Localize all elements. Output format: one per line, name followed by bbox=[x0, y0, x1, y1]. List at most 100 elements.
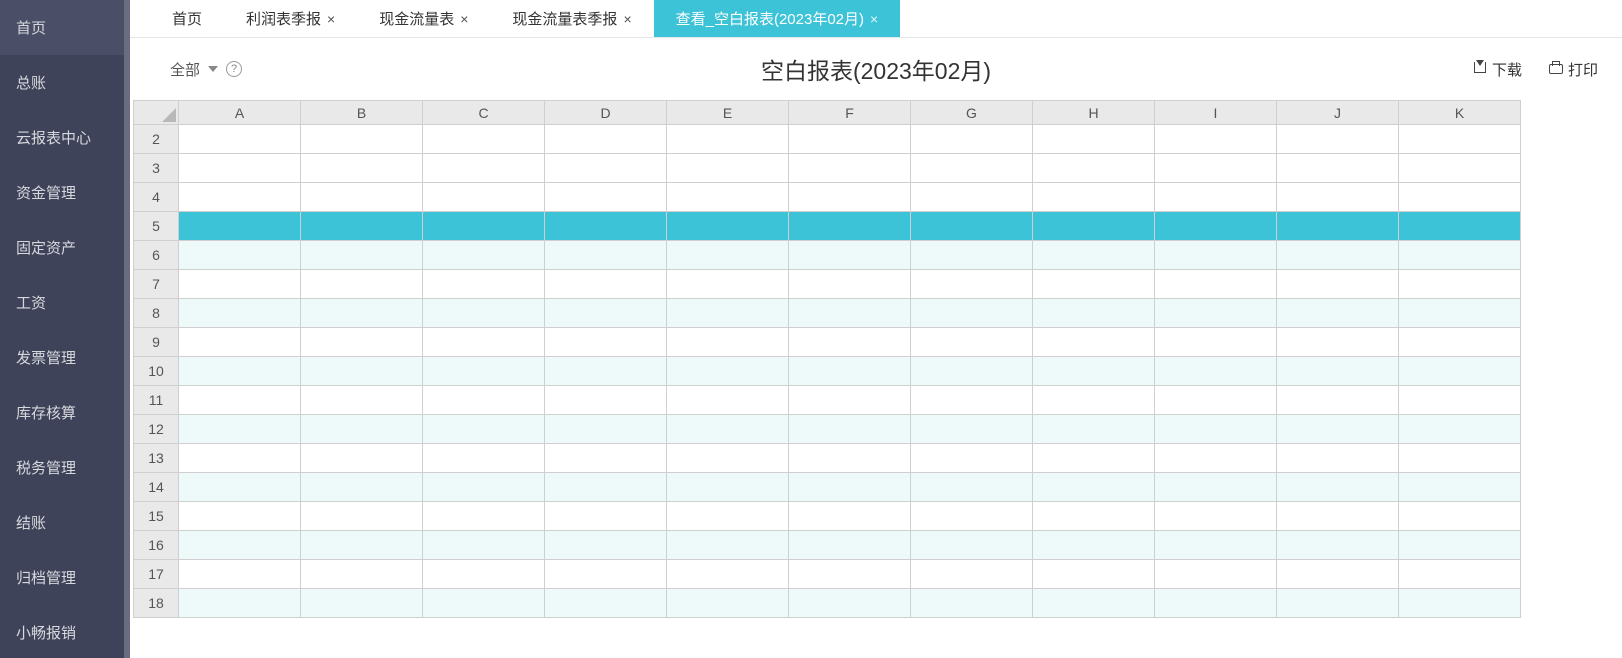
cell-J11[interactable] bbox=[1277, 386, 1399, 415]
cell-A13[interactable] bbox=[179, 444, 301, 473]
spreadsheet[interactable]: ABCDEFGHIJK23456789101112131415161718 bbox=[130, 100, 1622, 658]
sidebar-item-5[interactable]: 工资 bbox=[0, 275, 130, 330]
cell-H11[interactable] bbox=[1033, 386, 1155, 415]
cell-I7[interactable] bbox=[1155, 270, 1277, 299]
cell-C17[interactable] bbox=[423, 560, 545, 589]
cell-D15[interactable] bbox=[545, 502, 667, 531]
cell-B8[interactable] bbox=[301, 299, 423, 328]
sidebar-item-3[interactable]: 资金管理 bbox=[0, 165, 130, 220]
close-icon[interactable]: × bbox=[623, 11, 631, 27]
row-header-5[interactable]: 5 bbox=[134, 212, 179, 241]
cell-F12[interactable] bbox=[789, 415, 911, 444]
cell-F14[interactable] bbox=[789, 473, 911, 502]
cell-F8[interactable] bbox=[789, 299, 911, 328]
cell-E16[interactable] bbox=[667, 531, 789, 560]
sidebar-item-11[interactable]: 小畅报销 bbox=[0, 605, 130, 658]
cell-H12[interactable] bbox=[1033, 415, 1155, 444]
cell-G17[interactable] bbox=[911, 560, 1033, 589]
cell-B12[interactable] bbox=[301, 415, 423, 444]
cell-J3[interactable] bbox=[1277, 154, 1399, 183]
cell-D5[interactable] bbox=[545, 212, 667, 241]
tab-0[interactable]: 首页 bbox=[150, 0, 224, 37]
row-header-9[interactable]: 9 bbox=[134, 328, 179, 357]
cell-H16[interactable] bbox=[1033, 531, 1155, 560]
cell-D4[interactable] bbox=[545, 183, 667, 212]
print-button[interactable]: 打印 bbox=[1548, 59, 1598, 80]
tab-4[interactable]: 查看_空白报表(2023年02月)× bbox=[654, 0, 901, 37]
filter-dropdown[interactable]: 全部 ? bbox=[170, 59, 242, 80]
cell-B11[interactable] bbox=[301, 386, 423, 415]
cell-I2[interactable] bbox=[1155, 125, 1277, 154]
cell-A6[interactable] bbox=[179, 241, 301, 270]
cell-F7[interactable] bbox=[789, 270, 911, 299]
cell-C15[interactable] bbox=[423, 502, 545, 531]
cell-G16[interactable] bbox=[911, 531, 1033, 560]
cell-B14[interactable] bbox=[301, 473, 423, 502]
row-header-17[interactable]: 17 bbox=[134, 560, 179, 589]
sidebar-item-8[interactable]: 税务管理 bbox=[0, 440, 130, 495]
cell-G2[interactable] bbox=[911, 125, 1033, 154]
cell-H4[interactable] bbox=[1033, 183, 1155, 212]
cell-D7[interactable] bbox=[545, 270, 667, 299]
row-header-18[interactable]: 18 bbox=[134, 589, 179, 618]
row-header-11[interactable]: 11 bbox=[134, 386, 179, 415]
cell-E11[interactable] bbox=[667, 386, 789, 415]
cell-F2[interactable] bbox=[789, 125, 911, 154]
cell-B9[interactable] bbox=[301, 328, 423, 357]
sidebar-item-2[interactable]: 云报表中心 bbox=[0, 110, 130, 165]
cell-J14[interactable] bbox=[1277, 473, 1399, 502]
cell-I14[interactable] bbox=[1155, 473, 1277, 502]
cell-G14[interactable] bbox=[911, 473, 1033, 502]
cell-K10[interactable] bbox=[1399, 357, 1521, 386]
column-header-E[interactable]: E bbox=[667, 101, 789, 125]
tab-3[interactable]: 现金流量表季报× bbox=[490, 0, 653, 37]
cell-A18[interactable] bbox=[179, 589, 301, 618]
cell-I4[interactable] bbox=[1155, 183, 1277, 212]
cell-H7[interactable] bbox=[1033, 270, 1155, 299]
cell-C14[interactable] bbox=[423, 473, 545, 502]
cell-D12[interactable] bbox=[545, 415, 667, 444]
cell-I18[interactable] bbox=[1155, 589, 1277, 618]
cell-G7[interactable] bbox=[911, 270, 1033, 299]
column-header-G[interactable]: G bbox=[911, 101, 1033, 125]
cell-K4[interactable] bbox=[1399, 183, 1521, 212]
cell-K17[interactable] bbox=[1399, 560, 1521, 589]
cell-C2[interactable] bbox=[423, 125, 545, 154]
cell-K8[interactable] bbox=[1399, 299, 1521, 328]
cell-C3[interactable] bbox=[423, 154, 545, 183]
help-icon[interactable]: ? bbox=[226, 61, 242, 77]
cell-H13[interactable] bbox=[1033, 444, 1155, 473]
cell-E14[interactable] bbox=[667, 473, 789, 502]
cell-I10[interactable] bbox=[1155, 357, 1277, 386]
cell-C4[interactable] bbox=[423, 183, 545, 212]
sidebar-item-6[interactable]: 发票管理 bbox=[0, 330, 130, 385]
cell-E5[interactable] bbox=[667, 212, 789, 241]
cell-F9[interactable] bbox=[789, 328, 911, 357]
cell-C5[interactable] bbox=[423, 212, 545, 241]
row-header-10[interactable]: 10 bbox=[134, 357, 179, 386]
cell-J2[interactable] bbox=[1277, 125, 1399, 154]
cell-E18[interactable] bbox=[667, 589, 789, 618]
cell-D10[interactable] bbox=[545, 357, 667, 386]
cell-B15[interactable] bbox=[301, 502, 423, 531]
cell-K9[interactable] bbox=[1399, 328, 1521, 357]
cell-J13[interactable] bbox=[1277, 444, 1399, 473]
cell-K5[interactable] bbox=[1399, 212, 1521, 241]
row-header-3[interactable]: 3 bbox=[134, 154, 179, 183]
cell-D9[interactable] bbox=[545, 328, 667, 357]
cell-G8[interactable] bbox=[911, 299, 1033, 328]
cell-D17[interactable] bbox=[545, 560, 667, 589]
cell-H2[interactable] bbox=[1033, 125, 1155, 154]
cell-A14[interactable] bbox=[179, 473, 301, 502]
cell-E6[interactable] bbox=[667, 241, 789, 270]
cell-D16[interactable] bbox=[545, 531, 667, 560]
cell-H8[interactable] bbox=[1033, 299, 1155, 328]
cell-I17[interactable] bbox=[1155, 560, 1277, 589]
close-icon[interactable]: × bbox=[870, 11, 878, 27]
cell-F4[interactable] bbox=[789, 183, 911, 212]
cell-J15[interactable] bbox=[1277, 502, 1399, 531]
cell-A4[interactable] bbox=[179, 183, 301, 212]
select-all-corner[interactable] bbox=[134, 101, 179, 125]
cell-I13[interactable] bbox=[1155, 444, 1277, 473]
cell-E15[interactable] bbox=[667, 502, 789, 531]
